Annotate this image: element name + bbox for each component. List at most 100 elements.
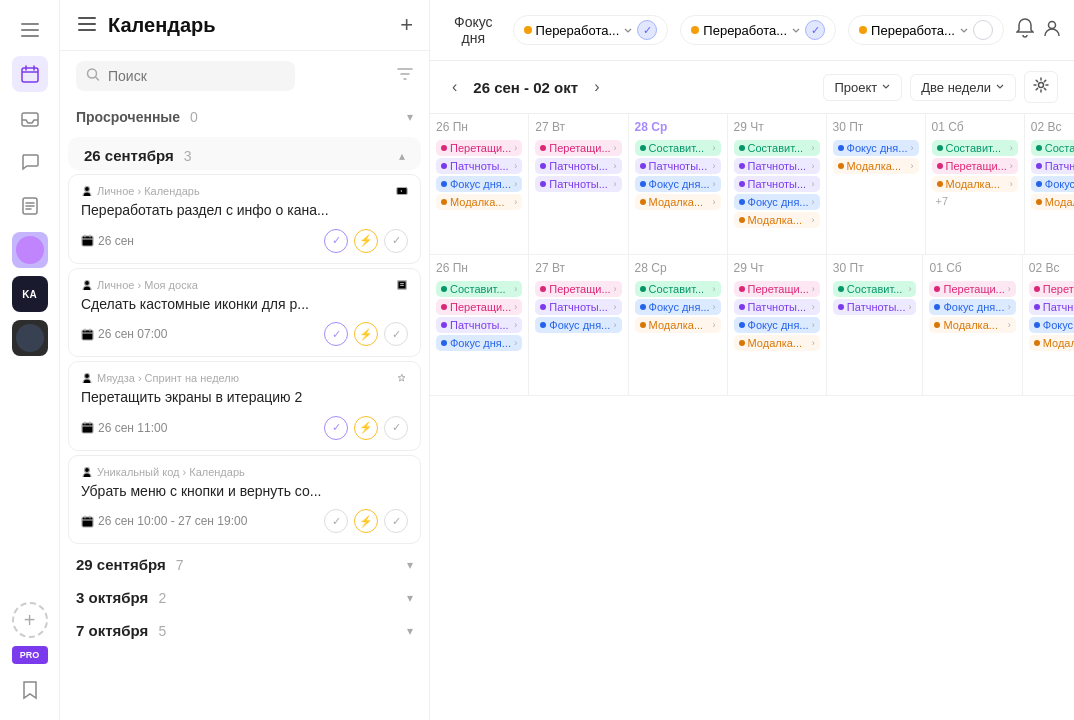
cal-task[interactable]: Фокус дня...› [535,317,621,333]
filter-tag-3[interactable]: Переработа... [848,15,1004,45]
calendar-day-01-Сб[interactable]: 01 СбСоставит...›Перетащи...›Модалка...›… [926,114,1025,254]
cal-task[interactable]: Фокус дня...› [1031,176,1074,192]
task-card-3[interactable]: Мяудза › Спринт на неделю Перетащить экр… [68,361,421,451]
cal-task[interactable]: Перетащи...› [734,281,820,297]
search-input[interactable] [76,61,295,91]
filter-tag-2[interactable]: Переработа... ✓ [680,15,836,45]
add-workspace-btn[interactable]: + [12,602,48,638]
notifications-btn[interactable] [1016,18,1034,43]
cal-task[interactable]: Составит...› [932,140,1018,156]
cal-task[interactable]: Перетащи...› [1029,281,1074,297]
task-check-btn-2[interactable]: ✓ [324,322,348,346]
next-period-btn[interactable]: › [588,76,605,98]
sidebar-chat-btn[interactable] [12,144,48,180]
task-done-btn-3[interactable]: ✓ [384,416,408,440]
cal-task[interactable]: Фокус дня...› [734,317,820,333]
cal-task[interactable]: Модалка...› [929,317,1015,333]
task-check-btn-4[interactable]: ✓ [324,509,348,533]
calendar-day-29-Чт[interactable]: 29 ЧтСоставит...›Патчноты...›Патчноты...… [728,114,827,254]
section-oct7-header[interactable]: 7 октября 5 ▾ [60,614,429,647]
cal-task[interactable]: Составит...› [635,140,721,156]
cal-task[interactable]: Модалка...› [1029,335,1074,351]
calendar-day-01-Сб[interactable]: 01 СбПеретащи...›Фокус дня...›Модалка...… [923,255,1022,395]
calendar-day-28-Ср[interactable]: 28 СрСоставит...›Фокус дня...›Модалка...… [629,255,728,395]
cal-task[interactable]: Перетащи...› [535,140,621,156]
cal-task[interactable]: Составит...› [635,281,721,297]
cal-task[interactable]: Перетащи...› [436,299,522,315]
cal-task[interactable]: Фокус дня...› [436,176,522,192]
user-profile-btn[interactable] [1042,18,1062,43]
task-lightning-btn-2[interactable]: ⚡ [354,322,378,346]
task-card-1[interactable]: Личное › Календарь Переработать раздел с… [68,174,421,264]
cal-task[interactable]: Модалка...› [734,335,820,351]
cal-task[interactable]: Фокус дня...› [635,176,721,192]
task-lightning-btn-1[interactable]: ⚡ [354,229,378,253]
project-select[interactable]: Проект [823,74,902,101]
cal-task[interactable]: Фокус дня...› [734,194,820,210]
task-check-btn-3[interactable]: ✓ [324,416,348,440]
cal-task[interactable]: Модалка...› [1031,194,1074,210]
cal-task[interactable]: Перетащи...› [929,281,1015,297]
cal-task[interactable]: Патчноты...› [436,158,522,174]
cal-task[interactable]: Патчноты...› [535,176,621,192]
calendar-day-27-Вт[interactable]: 27 ВтПеретащи...›Патчноты...›Патчноты...… [529,114,628,254]
more-tasks-btn[interactable]: +7 [932,194,1018,208]
sidebar-inbox-btn[interactable] [12,100,48,136]
cal-task[interactable]: Фокус дня...› [929,299,1015,315]
cal-task[interactable]: Патчноты...› [734,299,820,315]
task-check-btn-1[interactable]: ✓ [324,229,348,253]
calendar-day-02-Вс[interactable]: 02 ВсПеретащи...›Патчноты...›Фокус дня..… [1023,255,1074,395]
cal-task[interactable]: Фокус дня...› [436,335,522,351]
cal-task[interactable]: Составит...› [1031,140,1074,156]
cal-task[interactable]: Модалка...› [734,212,820,228]
calendar-day-27-Вт[interactable]: 27 ВтПеретащи...›Патчноты...›Фокус дня..… [529,255,628,395]
calendar-day-30-Пт[interactable]: 30 ПтФокус дня...›Модалка...› [827,114,926,254]
cal-task[interactable]: Перетащи...› [932,158,1018,174]
section-sep29-header[interactable]: 29 сентября 7 ▾ [60,548,429,581]
cal-task[interactable]: Перетащи...› [535,281,621,297]
focus-day-btn[interactable]: Фокус дня [446,10,501,50]
cal-task[interactable]: Патчноты...› [734,176,820,192]
cal-task[interactable]: Перетащи...› [436,140,522,156]
sidebar-docs-btn[interactable] [12,188,48,224]
avatar-2[interactable]: KA [12,276,48,312]
sidebar-calendar-btn[interactable] [12,56,48,92]
avatar-3[interactable] [12,320,48,356]
cal-task[interactable]: Патчноты...› [1031,158,1074,174]
filter-tag-1[interactable]: Переработа... ✓ [513,15,669,45]
calendar-day-26-Пн[interactable]: 26 ПнСоставит...›Перетащи...›Патчноты...… [430,255,529,395]
task-done-btn-1[interactable]: ✓ [384,229,408,253]
new-item-btn[interactable]: + [400,12,413,38]
calendar-settings-btn[interactable] [1024,71,1058,103]
cal-task[interactable]: Составит...› [734,140,820,156]
cal-task[interactable]: Составит...› [436,281,522,297]
section-sep26-header[interactable]: 26 сентября 3 ▴ [68,137,421,170]
cal-task[interactable]: Модалка...› [932,176,1018,192]
cal-task[interactable]: Патчноты...› [833,299,917,315]
calendar-day-28-Ср[interactable]: 28 СрСоставит...›Патчноты...›Фокус дня..… [629,114,728,254]
cal-task[interactable]: Модалка...› [635,317,721,333]
overdue-section-header[interactable]: Просроченные 0 ▾ [60,101,429,133]
cal-task[interactable]: Модалка...› [635,194,721,210]
calendar-day-30-Пт[interactable]: 30 ПтСоставит...›Патчноты...› [827,255,924,395]
cal-task[interactable]: Составит...› [833,281,917,297]
cal-task[interactable]: Патчноты...› [535,299,621,315]
cal-task[interactable]: Фокус дня...› [833,140,919,156]
calendar-day-29-Чт[interactable]: 29 ЧтПеретащи...›Патчноты...›Фокус дня..… [728,255,827,395]
cal-task[interactable]: Патчноты...› [734,158,820,174]
task-done-btn-2[interactable]: ✓ [384,322,408,346]
cal-task[interactable]: Патчноты...› [535,158,621,174]
avatar-1[interactable] [12,232,48,268]
cal-task[interactable]: Фокус дня...› [1029,317,1074,333]
cal-task[interactable]: Фокус дня...› [635,299,721,315]
cal-task[interactable]: Патчноты...› [436,317,522,333]
cal-task[interactable]: Модалка...› [436,194,522,210]
task-card-4[interactable]: Уникальный код › Календарь Убрать меню с… [68,455,421,545]
task-done-btn-4[interactable]: ✓ [384,509,408,533]
task-card-2[interactable]: Личное › Моя доска Сделать кастомные ико… [68,268,421,358]
cal-task[interactable]: Патчноты...› [635,158,721,174]
bookmark-btn[interactable] [12,672,48,708]
weeks-select[interactable]: Две недели [910,74,1016,101]
cal-task[interactable]: Модалка...› [833,158,919,174]
prev-period-btn[interactable]: ‹ [446,76,463,98]
